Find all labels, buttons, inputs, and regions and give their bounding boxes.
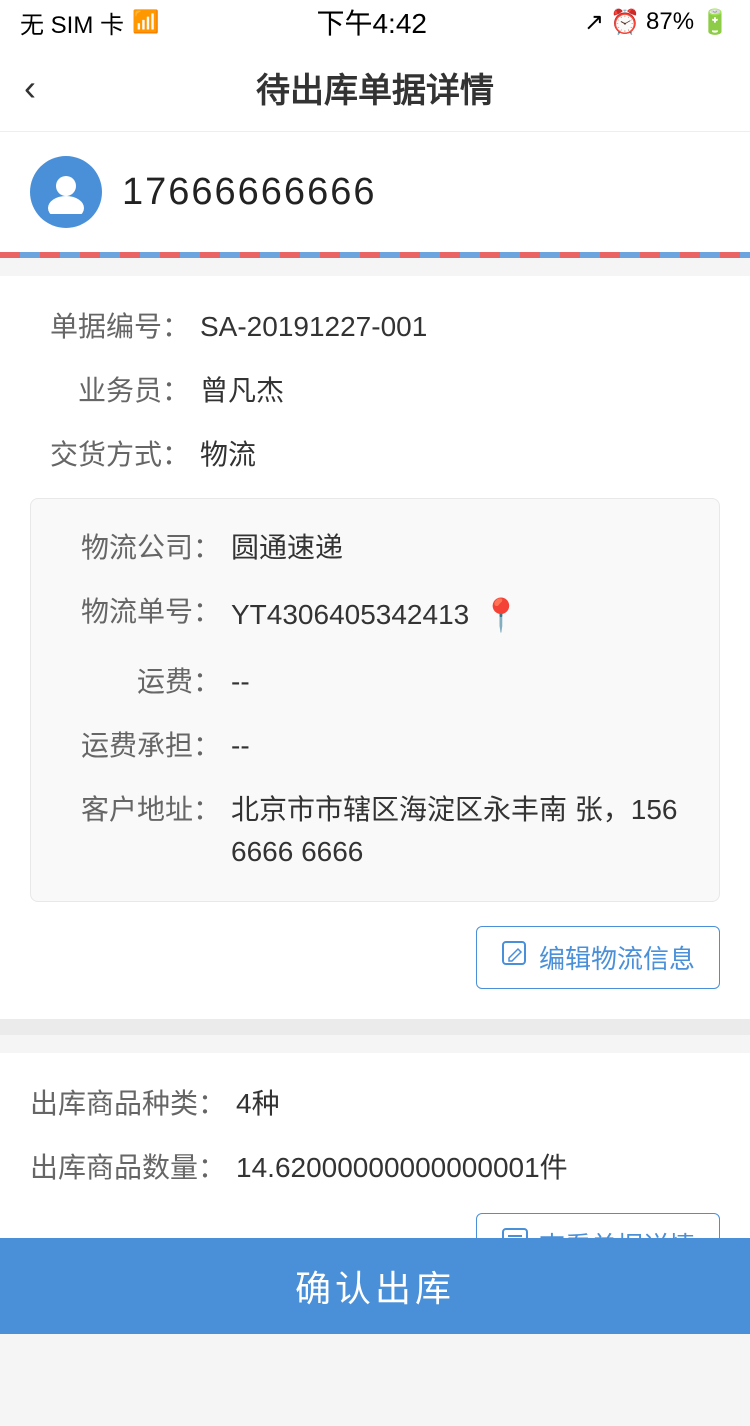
logistics-card: 物流公司： 圆通速递 物流单号： YT4306405342413 📍 运费： -… xyxy=(30,498,720,902)
page-title: 待出库单据详情 xyxy=(256,63,494,112)
address-label: 客户地址： xyxy=(61,789,221,831)
quantity-row: 出库商品数量： 14.62000000000000001件 xyxy=(30,1147,720,1189)
salesperson-label: 业务员： xyxy=(30,370,190,412)
back-button[interactable]: ‹ xyxy=(24,67,36,109)
carrier-label: 无 SIM 卡 xyxy=(20,5,124,40)
section-divider xyxy=(0,1019,750,1035)
avatar xyxy=(30,156,102,228)
edit-logistics-label: 编辑物流信息 xyxy=(539,939,695,976)
status-bar: 无 SIM 卡 📶 下午4:42 ↗ ⏰ 87% 🔋 xyxy=(0,0,750,44)
status-left: 无 SIM 卡 📶 xyxy=(20,5,159,40)
tracking-number-label: 物流单号： xyxy=(61,591,221,633)
edit-logistics-button[interactable]: 编辑物流信息 xyxy=(476,926,720,989)
logistics-company-label: 物流公司： xyxy=(61,527,221,569)
freight-bearer-value: -- xyxy=(231,725,689,767)
basic-info-section: 单据编号： SA-20191227-001 业务员： 曾凡杰 交货方式： 物流 … xyxy=(0,276,750,1019)
location-icon: ↗ xyxy=(584,8,604,37)
freight-value: -- xyxy=(231,661,689,703)
logistics-company-row: 物流公司： 圆通速递 xyxy=(61,527,689,569)
status-time: 下午4:42 xyxy=(316,2,427,42)
alarm-icon: ⏰ xyxy=(610,8,640,37)
tracking-number-value: YT4306405342413 📍 xyxy=(231,591,689,639)
delivery-row: 交货方式： 物流 xyxy=(30,434,720,476)
address-row: 客户地址： 北京市市辖区海淀区永丰南 张，156 6666 6666 xyxy=(61,789,689,873)
confirm-outbound-button[interactable]: 确认出库 xyxy=(0,1238,750,1334)
freight-label: 运费： xyxy=(61,661,221,703)
category-row: 出库商品种类： 4种 xyxy=(30,1083,720,1125)
salesperson-value: 曾凡杰 xyxy=(200,370,720,412)
delivery-value: 物流 xyxy=(200,434,720,476)
category-value: 4种 xyxy=(236,1083,720,1125)
edit-logistics-area: 编辑物流信息 xyxy=(30,926,720,989)
logistics-company-value: 圆通速递 xyxy=(231,527,689,569)
document-number-label: 单据编号： xyxy=(30,306,190,348)
document-number-value: SA-20191227-001 xyxy=(200,306,720,348)
status-right: ↗ ⏰ 87% 🔋 xyxy=(584,8,730,37)
quantity-label: 出库商品数量： xyxy=(30,1147,226,1189)
delivery-label: 交货方式： xyxy=(30,434,190,476)
quantity-value: 14.62000000000000001件 xyxy=(236,1147,720,1189)
confirm-outbound-label: 确认出库 xyxy=(295,1260,455,1312)
salesperson-row: 业务员： 曾凡杰 xyxy=(30,370,720,412)
nav-bar: ‹ 待出库单据详情 xyxy=(0,44,750,132)
user-header: 17666666666 xyxy=(0,132,750,252)
freight-bearer-label: 运费承担： xyxy=(61,725,221,767)
edit-icon xyxy=(501,940,529,975)
address-value: 北京市市辖区海淀区永丰南 张，156 6666 6666 xyxy=(231,789,689,873)
battery-icon: 🔋 xyxy=(700,8,730,37)
main-content: 17666666666 单据编号： SA-20191227-001 业务员： 曾… xyxy=(0,132,750,1426)
battery-label: 87% xyxy=(646,8,694,36)
freight-row: 运费： -- xyxy=(61,661,689,703)
wifi-icon: 📶 xyxy=(132,9,159,35)
location-pin-icon[interactable]: 📍 xyxy=(481,591,521,639)
freight-bearer-row: 运费承担： -- xyxy=(61,725,689,767)
user-phone: 17666666666 xyxy=(122,171,376,214)
dashed-divider xyxy=(0,252,750,258)
category-label: 出库商品种类： xyxy=(30,1083,226,1125)
tracking-number-row: 物流单号： YT4306405342413 📍 xyxy=(61,591,689,639)
document-number-row: 单据编号： SA-20191227-001 xyxy=(30,306,720,348)
